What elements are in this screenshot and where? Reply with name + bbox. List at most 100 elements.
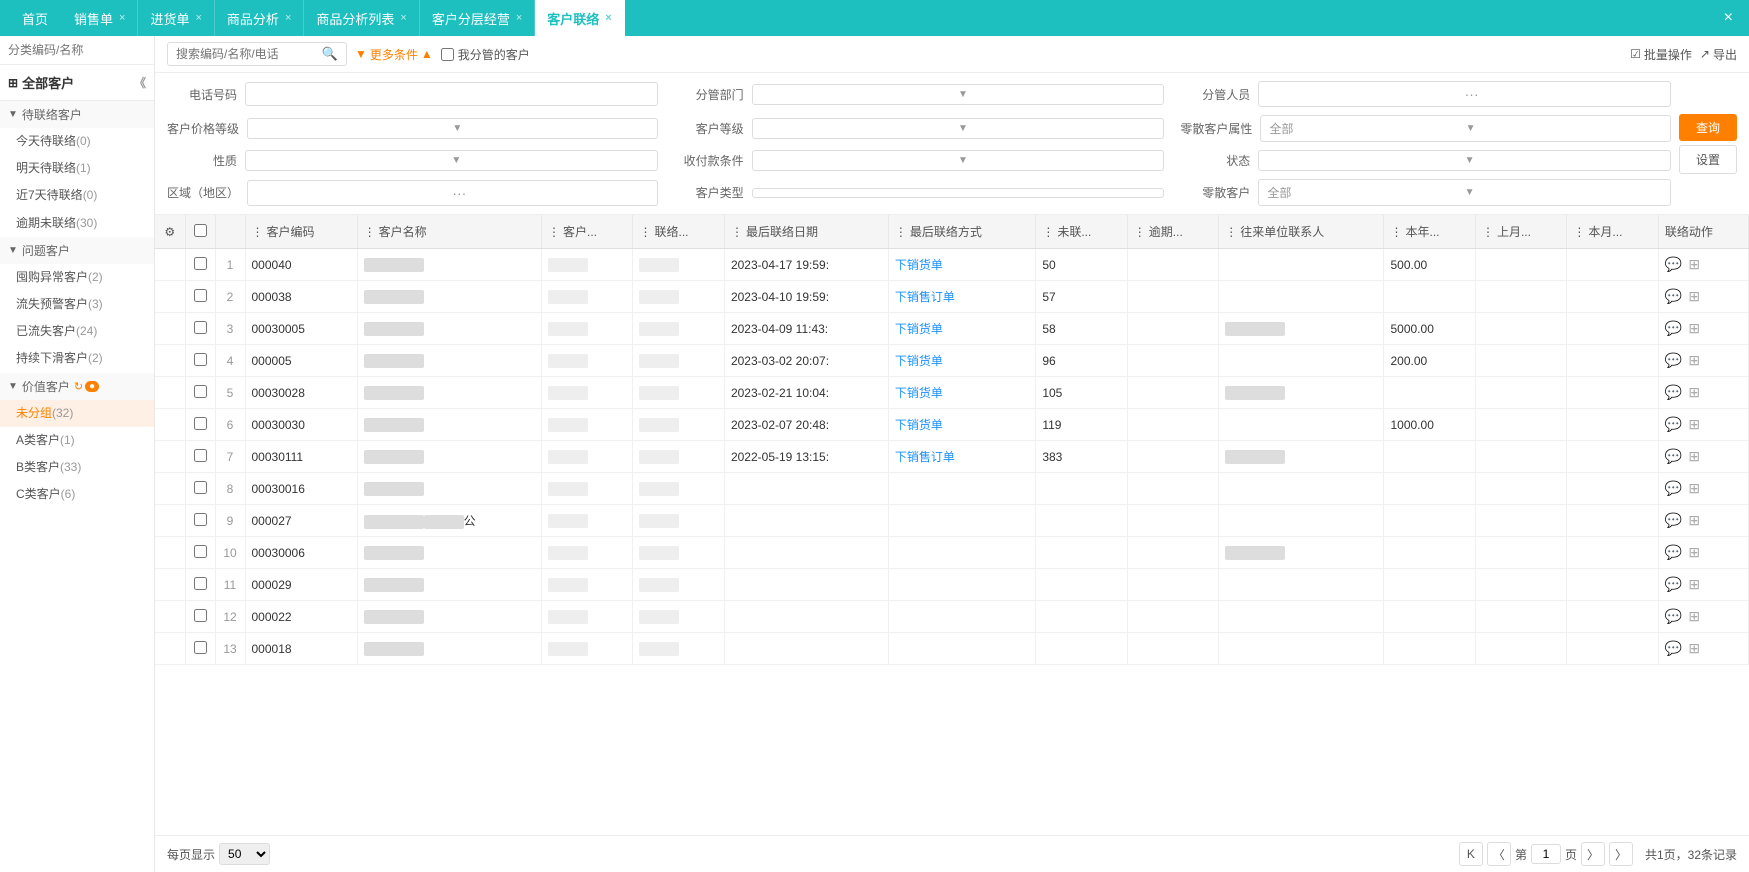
col-last-month[interactable]: ⋮上月... [1475,215,1566,249]
tab-customer-contact[interactable]: 客户联络 × [535,0,624,36]
chat-icon[interactable]: 💬 [1665,320,1682,337]
row-checkbox[interactable] [194,481,207,494]
grid-action-icon[interactable]: ⊞ [1688,256,1700,273]
chat-icon[interactable]: 💬 [1665,576,1682,593]
retail-attr-select[interactable]: 全部 ▼ [1260,115,1671,142]
sidebar-item-today[interactable]: 今天待联络(0) [0,128,154,155]
col-code[interactable]: ⋮客户编码 [245,215,357,249]
row-checkbox[interactable] [194,417,207,430]
phone-input[interactable] [245,82,658,106]
grid-action-icon[interactable]: ⊞ [1688,352,1700,369]
sidebar-item-declining[interactable]: 持续下滑客户(2) [0,345,154,372]
refresh-icon[interactable]: ↻ [74,380,83,393]
first-page-btn[interactable]: K [1459,842,1483,866]
grid-action-icon[interactable]: ⊞ [1688,480,1700,497]
tab-customer-segment[interactable]: 客户分层经营 × [420,0,535,36]
close-tab-contact[interactable]: × [605,12,611,24]
chat-icon[interactable]: 💬 [1665,640,1682,657]
contact-method-link[interactable]: 下销货单 [895,258,943,272]
col-type[interactable]: ⋮客户... [542,215,633,249]
contact-method-link[interactable]: 下销货单 [895,418,943,432]
contact-method-link[interactable]: 下销售订单 [895,450,955,464]
contact-method-link[interactable]: 下销售订单 [895,290,955,304]
grid-action-icon[interactable]: ⊞ [1688,288,1700,305]
chat-icon[interactable]: 💬 [1665,416,1682,433]
last-page-btn[interactable]: 〉 [1609,842,1633,866]
grid-action-icon[interactable]: ⊞ [1688,416,1700,433]
sidebar-item-class-c[interactable]: C类客户(6) [0,481,154,508]
row-checkbox[interactable] [194,449,207,462]
sidebar-item-ungroup[interactable]: 未分组(32) [0,400,154,427]
row-checkbox[interactable] [194,385,207,398]
home-tab[interactable]: 首页 [8,0,62,36]
sidebar-all-customers[interactable]: ⊞ 全部客户 《 [0,65,154,101]
chat-icon[interactable]: 💬 [1665,544,1682,561]
nature-select[interactable]: ▼ [245,150,658,171]
row-checkbox[interactable] [194,353,207,366]
my-customers-checkbox[interactable] [441,48,454,61]
grid-action-icon[interactable]: ⊞ [1688,320,1700,337]
row-checkbox[interactable] [194,609,207,622]
sidebar-item-abnormal[interactable]: 囤购异常客户(2) [0,264,154,291]
col-overdue[interactable]: ⋮逾期... [1127,215,1218,249]
col-name[interactable]: ⋮客户名称 [357,215,541,249]
reset-button[interactable]: 设置 [1679,145,1737,174]
row-checkbox[interactable] [194,545,207,558]
export-btn[interactable]: ↗ 导出 [1700,46,1737,63]
grid-action-icon[interactable]: ⊞ [1688,576,1700,593]
window-close[interactable]: × [1716,9,1741,27]
chat-icon[interactable]: 💬 [1665,384,1682,401]
more-conditions-btn[interactable]: ▼ 更多条件 ▲ [355,46,433,63]
price-level-select[interactable]: ▼ [247,118,658,139]
tab-sales-order[interactable]: 销售单 × [62,0,138,36]
retail-select[interactable]: 全部 ▼ [1258,179,1671,206]
row-checkbox[interactable] [194,321,207,334]
row-checkbox[interactable] [194,513,207,526]
col-this-year[interactable]: ⋮本年... [1384,215,1475,249]
dots-icon[interactable]: ··· [1465,86,1662,102]
close-tab-sales[interactable]: × [119,12,125,24]
row-checkbox[interactable] [194,257,207,270]
grid-action-icon[interactable]: ⊞ [1688,640,1700,657]
sidebar-item-class-b[interactable]: B类客户(33) [0,454,154,481]
tab-product-analysis[interactable]: 商品分析 × [215,0,304,36]
close-tab-analysis[interactable]: × [285,12,291,24]
sidebar-item-tomorrow[interactable]: 明天待联络(1) [0,155,154,182]
col-last-contact-method[interactable]: ⋮最后联络方式 [888,215,1036,249]
tab-purchase-order[interactable]: 进货单 × [138,0,214,36]
sidebar-section-value[interactable]: ▼ 价值客户 ↻ ● [0,373,154,400]
contact-method-link[interactable]: 下销货单 [895,354,943,368]
grid-action-icon[interactable]: ⊞ [1688,384,1700,401]
batch-op-btn[interactable]: ☑ 批量操作 [1630,46,1692,63]
dots-icon2[interactable]: ··· [452,185,648,201]
row-checkbox[interactable] [194,289,207,302]
chat-icon[interactable]: 💬 [1665,352,1682,369]
sidebar-search-input[interactable] [8,43,155,57]
status-select[interactable]: ▼ [1258,150,1671,171]
region-select[interactable]: ··· [247,180,658,206]
grid-action-icon[interactable]: ⊞ [1688,608,1700,625]
tab-product-analysis-list[interactable]: 商品分析列表 × [304,0,419,36]
manager-select[interactable]: ··· [1258,81,1671,107]
sidebar-item-overdue[interactable]: 逾期未联络(30) [0,210,154,237]
col-settings[interactable]: ⚙ [155,215,185,249]
chat-icon[interactable]: 💬 [1665,512,1682,529]
close-tab-segment[interactable]: × [516,12,522,24]
contact-method-link[interactable]: 下销货单 [895,322,943,336]
col-no-contact[interactable]: ⋮未联... [1036,215,1127,249]
row-checkbox[interactable] [194,641,207,654]
col-last-contact-date[interactable]: ⋮最后联络日期 [724,215,888,249]
grid-action-icon[interactable]: ⊞ [1688,544,1700,561]
query-button[interactable]: 查询 [1679,114,1737,141]
sidebar-collapse-icon[interactable]: 《 [134,74,146,91]
sidebar-item-churned[interactable]: 已流失客户(24) [0,318,154,345]
select-all-checkbox[interactable] [194,224,207,237]
prev-page-btn[interactable]: 〈 [1487,842,1511,866]
close-tab-analysis-list[interactable]: × [400,12,406,24]
page-number-input[interactable] [1531,844,1561,864]
customer-level-select[interactable]: ▼ [752,118,1165,139]
chat-icon[interactable]: 💬 [1665,288,1682,305]
payment-select[interactable]: ▼ [752,150,1165,171]
chat-icon[interactable]: 💬 [1665,256,1682,273]
row-checkbox[interactable] [194,577,207,590]
